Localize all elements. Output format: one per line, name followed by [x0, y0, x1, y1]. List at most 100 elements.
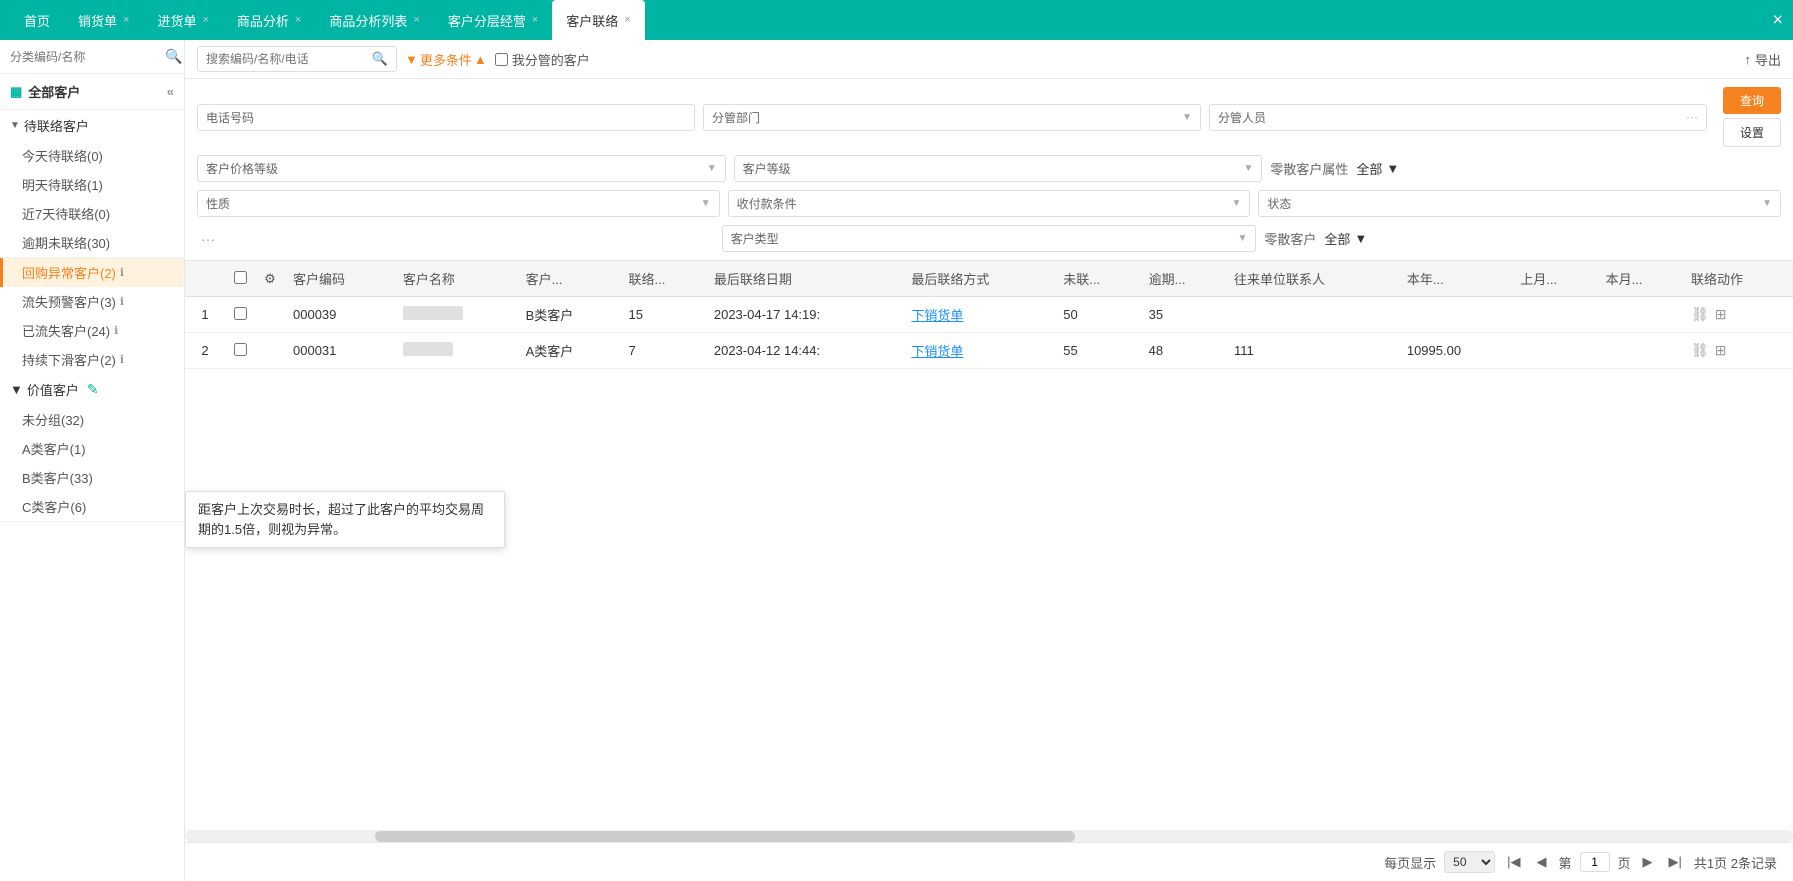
main-search-input[interactable]	[206, 52, 372, 66]
close-customer-segmentation-icon[interactable]: ×	[532, 14, 538, 26]
first-page-button[interactable]: |◀	[1503, 854, 1524, 870]
sidebar-pending-title[interactable]: ▼ 待联络客户	[0, 110, 184, 141]
nav-sales-order[interactable]: 销货单 ×	[64, 0, 143, 40]
row-check-1[interactable]	[225, 297, 255, 333]
per-page-select[interactable]: 50 100 200	[1444, 851, 1495, 873]
customer-level-filter[interactable]: 客户等级 ▼	[734, 155, 1263, 182]
close-customer-contact-icon[interactable]: ×	[624, 14, 630, 26]
sidebar-value-title[interactable]: ▼ 价值客户 ✎	[0, 374, 184, 405]
nav-customer-segmentation[interactable]: 客户分层经营 ×	[434, 0, 552, 40]
price-level-filter[interactable]: 客户价格等级 ▼	[197, 155, 726, 182]
sidebar-item-ungrouped[interactable]: 未分组(32)	[0, 405, 184, 434]
nature-filter[interactable]: 性质 ▼	[197, 190, 720, 217]
nav-customer-contact[interactable]: 客户联络 ×	[552, 0, 644, 40]
nav-product-analysis-list[interactable]: 商品分析列表 ×	[315, 0, 433, 40]
customer-table: ⚙ 客户编码 客户名称 客户... 联络...	[185, 261, 1793, 369]
sidebar-search-input[interactable]	[10, 50, 165, 64]
sidebar-search-box[interactable]: 🔍	[0, 40, 184, 74]
sidebar-item-repurchase-abnormal[interactable]: 回购异常客户(2) ℹ	[0, 258, 184, 287]
prev-page-button[interactable]: ◀	[1533, 854, 1551, 870]
close-product-analysis-icon[interactable]: ×	[295, 14, 301, 26]
row-check-2[interactable]	[225, 333, 255, 369]
sidebar-item-class-b[interactable]: B类客户(33)	[0, 463, 184, 492]
table-row: 1 000039 B类客户	[185, 297, 1793, 333]
setting-button[interactable]: 设置	[1723, 118, 1781, 147]
person-filter[interactable]: 分管人员 ···	[1209, 104, 1707, 131]
action-link-icon-1[interactable]: ⛓	[1691, 306, 1709, 323]
this-year-2: 10995.00	[1399, 333, 1512, 369]
value-arrow-icon: ▼	[10, 382, 23, 397]
col-header-last-contact-date: 最后联络日期	[706, 261, 904, 297]
last-month-2	[1512, 333, 1597, 369]
contact-method-link-1[interactable]: 下销货单	[911, 308, 963, 323]
filter-icon: ▼	[405, 52, 418, 67]
select-all-checkbox[interactable]	[234, 271, 247, 284]
last-page-button[interactable]: ▶|	[1665, 854, 1686, 870]
sidebar-item-class-c[interactable]: C类客户(6)	[0, 492, 184, 521]
nav-purchase-order[interactable]: 进货单 ×	[143, 0, 222, 40]
payment-filter[interactable]: 收付款条件 ▼	[728, 190, 1251, 217]
scroll-thumb[interactable]	[375, 831, 1075, 842]
customer-level-dropdown-icon: ▼	[1243, 163, 1253, 174]
export-button[interactable]: ↑ 导出	[1744, 50, 1781, 69]
col-header-customer-name: 客户名称	[395, 261, 518, 297]
sidebar-item-7days[interactable]: 近7天待联络(0)	[0, 199, 184, 228]
col-header-customer-code: 客户编码	[285, 261, 395, 297]
page-number-input[interactable]	[1580, 852, 1610, 872]
sidebar-item-tomorrow[interactable]: 明天待联络(1)	[0, 170, 184, 199]
col-header-overdue: 逾期...	[1141, 261, 1226, 297]
page-label: 第	[1559, 853, 1572, 872]
last-contact-date-2: 2023-04-12 14:44:	[706, 333, 904, 369]
main-search-box[interactable]: 🔍	[197, 46, 397, 72]
customer-type-filter[interactable]: 客户类型 ▼	[722, 225, 1257, 252]
filter-row-4: ··· 客户类型 ▼ 零散客户 全部 ▼	[197, 225, 1781, 252]
close-product-analysis-list-icon[interactable]: ×	[413, 14, 419, 26]
overdue-1: 35	[1141, 297, 1226, 333]
col-settings-icon[interactable]: ⚙	[264, 271, 276, 286]
action-link-icon-2[interactable]: ⛓	[1691, 342, 1709, 359]
nav-home[interactable]: 首页	[10, 0, 64, 40]
row-num-2: 2	[185, 333, 225, 369]
sidebar: 🔍 ▦ 全部客户 « ▼ 待联络客户 今天待联络(0) 明天待联络(1) 近7天…	[0, 40, 185, 881]
phone-filter[interactable]: 电话号码	[197, 104, 695, 131]
action-grid-icon-1[interactable]: ⊞	[1715, 306, 1727, 323]
info-icon-churned: ℹ	[114, 324, 118, 337]
history-contact-2: 111	[1226, 333, 1399, 369]
nav-product-analysis[interactable]: 商品分析 ×	[223, 0, 315, 40]
my-customer-checkbox[interactable]	[495, 53, 508, 66]
row-checkbox-1[interactable]	[234, 307, 247, 320]
pending-arrow-icon: ▼	[10, 120, 20, 131]
col-header-this-year: 本年...	[1399, 261, 1512, 297]
sidebar-collapse-button[interactable]: «	[167, 84, 174, 99]
status-filter[interactable]: 状态 ▼	[1258, 190, 1781, 217]
sidebar-item-churn-warning[interactable]: 流失预警客户(3) ℹ	[0, 287, 184, 316]
dept-dropdown-icon: ▼	[1182, 112, 1192, 123]
close-sales-order-icon[interactable]: ×	[123, 14, 129, 26]
next-page-button[interactable]: ▶	[1639, 854, 1657, 870]
customer-name-2	[395, 333, 518, 369]
info-icon-churn-warning: ℹ	[120, 295, 124, 308]
edit-value-icon[interactable]: ✎	[87, 381, 99, 398]
close-purchase-order-icon[interactable]: ×	[202, 14, 208, 26]
sidebar-item-declining[interactable]: 持续下滑客户(2) ℹ	[0, 345, 184, 374]
dept-filter[interactable]: 分管部门 ▼	[703, 104, 1201, 131]
more-dots-button[interactable]: ···	[201, 231, 215, 247]
action-grid-icon-2[interactable]: ⊞	[1715, 342, 1727, 359]
row-checkbox-2[interactable]	[234, 343, 247, 356]
horizontal-scrollbar[interactable]	[185, 830, 1793, 842]
sidebar-item-today[interactable]: 今天待联络(0)	[0, 141, 184, 170]
this-year-1	[1399, 297, 1512, 333]
query-button[interactable]: 查询	[1723, 87, 1781, 114]
contact-count-2: 7	[621, 333, 706, 369]
sidebar-item-overdue[interactable]: 逾期未联络(30)	[0, 228, 184, 257]
action-icons-1: ⛓ ⊞	[1691, 306, 1785, 323]
more-conditions-button[interactable]: ▼ 更多条件 ▲	[405, 50, 487, 69]
sidebar-item-churned[interactable]: 已流失客户(24) ℹ	[0, 316, 184, 345]
window-close-button[interactable]: ×	[1772, 10, 1783, 31]
contact-method-link-2[interactable]: 下销货单	[911, 344, 963, 359]
row-num-1: 1	[185, 297, 225, 333]
sidebar-item-class-a[interactable]: A类客户(1)	[0, 434, 184, 463]
customer-type-dropdown-icon: ▼	[1237, 233, 1247, 244]
main-search-icon: 🔍	[372, 51, 388, 67]
action-2: ⛓ ⊞	[1683, 333, 1793, 369]
